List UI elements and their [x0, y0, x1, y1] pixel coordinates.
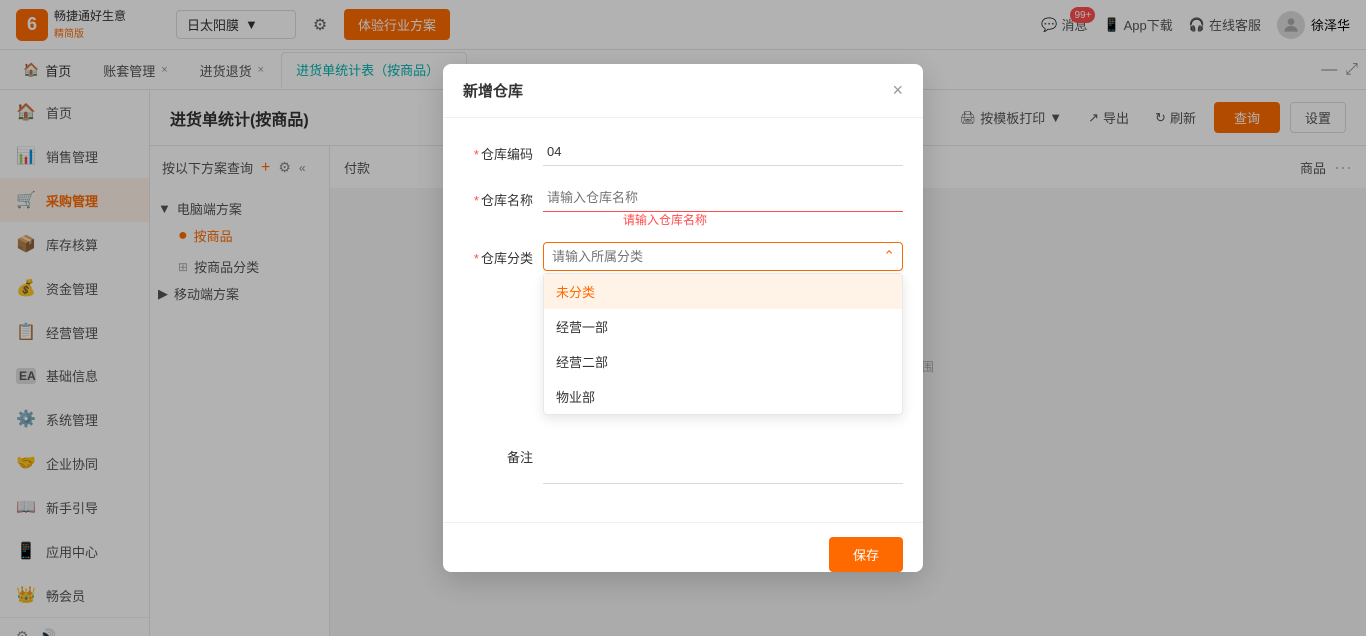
- form-row-category: 仓库分类 ⌃ 未分类 经营一部 经营二部 物业部: [463, 242, 903, 271]
- name-label: 仓库名称: [463, 184, 543, 209]
- dropdown-item-2[interactable]: 经营二部: [544, 344, 902, 379]
- note-textarea[interactable]: [543, 441, 903, 484]
- name-input[interactable]: [543, 184, 903, 212]
- modal-close-button[interactable]: ×: [892, 80, 903, 101]
- form-row-code: 仓库编码: [463, 138, 903, 166]
- code-label: 仓库编码: [463, 138, 543, 163]
- code-input[interactable]: [543, 138, 903, 166]
- name-error-msg: 请输入仓库名称: [623, 211, 707, 228]
- category-dropdown: 未分类 经营一部 经营二部 物业部: [543, 273, 903, 415]
- add-warehouse-modal: 新增仓库 × 仓库编码 仓库名称 请输入仓库名称 仓库分类: [443, 64, 923, 573]
- note-label: 备注: [463, 441, 543, 466]
- modal-title: 新增仓库: [463, 80, 523, 101]
- save-button[interactable]: 保存: [829, 537, 903, 572]
- category-label: 仓库分类: [463, 242, 543, 267]
- modal-overlay[interactable]: 新增仓库 × 仓库编码 仓库名称 请输入仓库名称 仓库分类: [0, 0, 1366, 636]
- dropdown-item-0[interactable]: 未分类: [544, 274, 902, 309]
- modal-body: 仓库编码 仓库名称 请输入仓库名称 仓库分类 ⌃ 未分类: [443, 118, 923, 522]
- modal-footer: 保存: [443, 522, 923, 586]
- dropdown-item-1[interactable]: 经营一部: [544, 309, 902, 344]
- form-row-note: 备注: [463, 441, 903, 484]
- category-input[interactable]: [543, 242, 903, 271]
- dropdown-item-3[interactable]: 物业部: [544, 379, 902, 414]
- category-select-wrapper: ⌃ 未分类 经营一部 经营二部 物业部: [543, 242, 903, 271]
- form-row-name: 仓库名称 请输入仓库名称: [463, 184, 903, 212]
- modal-header: 新增仓库 ×: [443, 64, 923, 118]
